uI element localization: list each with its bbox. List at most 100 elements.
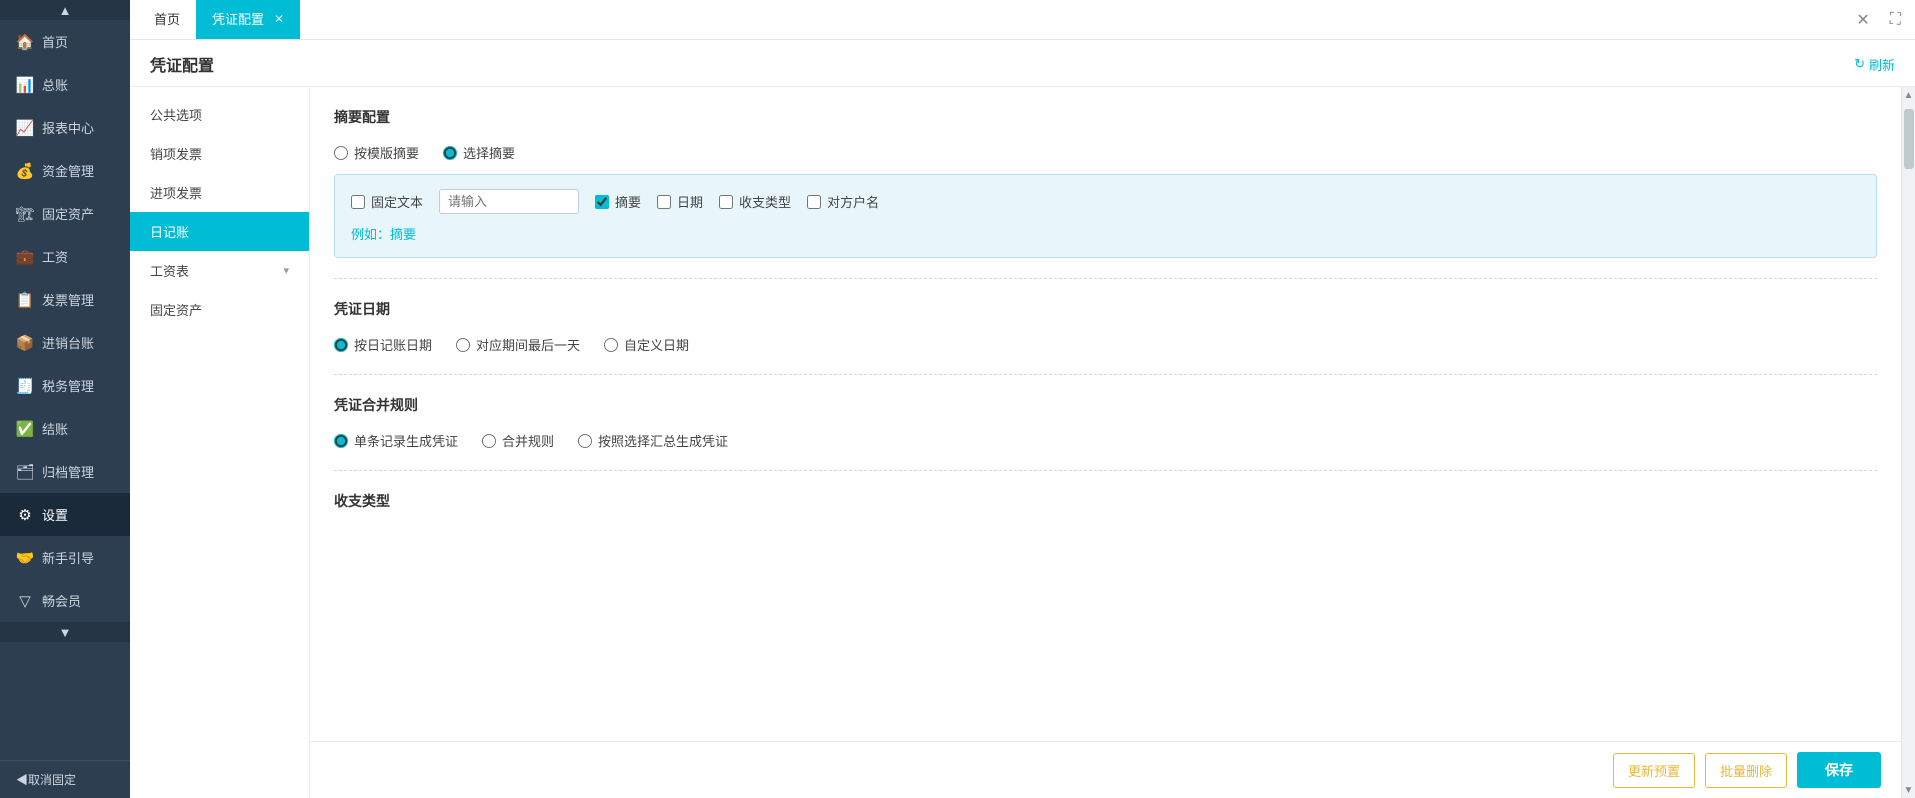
tab-home[interactable]: 首页 bbox=[138, 0, 196, 39]
right-scrollbar: ▲ ▼ bbox=[1901, 87, 1915, 798]
fixed-text-input[interactable] bbox=[439, 189, 579, 214]
fixed-assets-icon: 🏗 bbox=[16, 205, 34, 223]
settings-icon: ⚙ bbox=[16, 506, 34, 524]
sidebar-item-archive-management[interactable]: 🗂 归档管理 bbox=[0, 450, 130, 493]
sidebar-item-purchase-sales-label: 进销台账 bbox=[42, 333, 94, 352]
checkbox-summary[interactable]: 摘要 bbox=[595, 192, 641, 211]
radio-merge-rules[interactable]: 合并规则 bbox=[482, 431, 554, 450]
purchase-sales-icon: 📦 bbox=[16, 334, 34, 352]
close-window-button[interactable]: ✕ bbox=[1850, 8, 1875, 32]
checkbox-date[interactable]: 日期 bbox=[657, 192, 703, 211]
radio-template-summary-input[interactable] bbox=[334, 146, 348, 160]
radio-by-selection-summary[interactable]: 按照选择汇总生成凭证 bbox=[578, 431, 728, 450]
left-nav-journal[interactable]: 日记账 bbox=[130, 212, 309, 251]
scroll-down-arrow[interactable]: ▼ bbox=[1902, 782, 1915, 798]
voucher-date-radio-group: 按日记账日期 对应期间最后一天 自定义日期 bbox=[334, 335, 1877, 354]
sidebar-item-archive-management-label: 归档管理 bbox=[42, 462, 94, 481]
section-voucher-merge-rules: 凭证合并规则 单条记录生成凭证 合并规则 按照选择汇总生成凭证 bbox=[334, 395, 1877, 471]
income-type-title: 收支类型 bbox=[334, 491, 1877, 511]
sidebar-item-payroll[interactable]: 💼 工资 bbox=[0, 235, 130, 278]
checkbox-counterpart-name[interactable]: 对方户名 bbox=[807, 192, 879, 211]
sidebar-item-guide[interactable]: 🤝 新手引导 bbox=[0, 536, 130, 579]
tab-bar: 首页 凭证配置 ✕ ✕ ⛶ bbox=[130, 0, 1915, 40]
maximize-window-button[interactable]: ⛶ bbox=[1884, 9, 1907, 31]
left-nav-sales-invoice-label: 销项发票 bbox=[150, 144, 202, 163]
checkbox-fixed-text-label: 固定文本 bbox=[371, 192, 423, 211]
refresh-button[interactable]: ↻ 刷新 bbox=[1854, 55, 1895, 74]
left-nav-fixed-assets[interactable]: 固定资产 bbox=[130, 290, 309, 329]
page-title: 凭证配置 bbox=[150, 52, 214, 76]
left-nav-public-options[interactable]: 公共选项 bbox=[130, 95, 309, 134]
sidebar-unpin-button[interactable]: ◀取消固定 bbox=[0, 760, 130, 798]
radio-single-record[interactable]: 单条记录生成凭证 bbox=[334, 431, 458, 450]
tab-close-icon[interactable]: ✕ bbox=[274, 12, 284, 26]
sidebar-item-tax-management[interactable]: 🧾 税务管理 bbox=[0, 364, 130, 407]
summary-radio-group: 按模版摘要 选择摘要 bbox=[334, 143, 1877, 162]
radio-custom-date-input[interactable] bbox=[604, 338, 618, 352]
summary-config-box: 固定文本 摘要 日期 bbox=[334, 174, 1877, 258]
left-nav-payroll-table[interactable]: 工资表 ▾ bbox=[130, 251, 309, 290]
sidebar-scroll-up[interactable]: ▲ bbox=[0, 0, 130, 20]
checkbox-counterpart-name-input[interactable] bbox=[807, 195, 821, 209]
home-icon: 🏠 bbox=[16, 33, 34, 51]
checkbox-income-type-input[interactable] bbox=[719, 195, 733, 209]
radio-merge-rules-input[interactable] bbox=[482, 434, 496, 448]
content-header: 凭证配置 ↻ 刷新 bbox=[130, 40, 1915, 87]
report-center-icon: 📈 bbox=[16, 119, 34, 137]
radio-custom-date[interactable]: 自定义日期 bbox=[604, 335, 689, 354]
sidebar-scroll-down[interactable]: ▼ bbox=[0, 622, 130, 642]
scroll-up-arrow[interactable]: ▲ bbox=[1902, 87, 1915, 103]
sidebar-item-settings[interactable]: ⚙ 设置 bbox=[0, 493, 130, 536]
radio-merge-rules-label: 合并规则 bbox=[502, 431, 554, 450]
sidebar-item-home[interactable]: 🏠 首页 bbox=[0, 20, 130, 63]
checkbox-summary-input[interactable] bbox=[595, 195, 609, 209]
archive-management-icon: 🗂 bbox=[16, 463, 34, 481]
sidebar-item-member[interactable]: ▽ 畅会员 bbox=[0, 579, 130, 622]
left-nav-purchase-invoice[interactable]: 进项发票 bbox=[130, 173, 309, 212]
body-layout: 公共选项 销项发票 进项发票 日记账 工资表 ▾ 固定资产 bbox=[130, 87, 1915, 798]
radio-by-journal-date-label: 按日记账日期 bbox=[354, 335, 432, 354]
sidebar-item-report-center[interactable]: 📈 报表中心 bbox=[0, 106, 130, 149]
tab-voucher-config[interactable]: 凭证配置 ✕ bbox=[196, 0, 300, 39]
sidebar-item-fund-management-label: 资金管理 bbox=[42, 161, 94, 180]
radio-last-day-of-period-input[interactable] bbox=[456, 338, 470, 352]
left-nav-sales-invoice[interactable]: 销项发票 bbox=[130, 134, 309, 173]
checkbox-fixed-text[interactable]: 固定文本 bbox=[351, 192, 423, 211]
radio-select-summary-label: 选择摘要 bbox=[463, 143, 515, 162]
sidebar-item-member-label: 畅会员 bbox=[42, 591, 81, 610]
main-content: 摘要配置 按模版摘要 选择摘要 bbox=[310, 87, 1901, 741]
sidebar-item-general-ledger[interactable]: 📊 总账 bbox=[0, 63, 130, 106]
radio-template-summary[interactable]: 按模版摘要 bbox=[334, 143, 419, 162]
radio-single-record-input[interactable] bbox=[334, 434, 348, 448]
bottom-bar: 更新预置 批量删除 保存 bbox=[310, 741, 1901, 798]
tax-management-icon: 🧾 bbox=[16, 377, 34, 395]
sidebar-item-settlement[interactable]: ✅ 结账 bbox=[0, 407, 130, 450]
save-button[interactable]: 保存 bbox=[1797, 752, 1881, 788]
sidebar-item-guide-label: 新手引导 bbox=[42, 548, 94, 567]
sidebar-item-invoice-management[interactable]: 📋 发票管理 bbox=[0, 278, 130, 321]
radio-last-day-of-period[interactable]: 对应期间最后一天 bbox=[456, 335, 580, 354]
scroll-thumb[interactable] bbox=[1904, 109, 1914, 169]
payroll-icon: 💼 bbox=[16, 248, 34, 266]
radio-by-journal-date[interactable]: 按日记账日期 bbox=[334, 335, 432, 354]
radio-select-summary[interactable]: 选择摘要 bbox=[443, 143, 515, 162]
scroll-track bbox=[1902, 103, 1915, 782]
bulk-delete-button[interactable]: 批量删除 bbox=[1705, 753, 1787, 788]
checkbox-fixed-text-input[interactable] bbox=[351, 195, 365, 209]
radio-by-selection-summary-input[interactable] bbox=[578, 434, 592, 448]
invoice-management-icon: 📋 bbox=[16, 291, 34, 309]
radio-select-summary-input[interactable] bbox=[443, 146, 457, 160]
sidebar-item-fixed-assets[interactable]: 🏗 固定资产 bbox=[0, 192, 130, 235]
sidebar-item-purchase-sales[interactable]: 📦 进销台账 bbox=[0, 321, 130, 364]
radio-by-journal-date-input[interactable] bbox=[334, 338, 348, 352]
voucher-merge-rules-title: 凭证合并规则 bbox=[334, 395, 1877, 415]
sidebar-item-fixed-assets-label: 固定资产 bbox=[42, 204, 94, 223]
left-nav-purchase-invoice-label: 进项发票 bbox=[150, 183, 202, 202]
update-preview-button[interactable]: 更新预置 bbox=[1613, 753, 1695, 788]
sidebar-item-fund-management[interactable]: 💰 资金管理 bbox=[0, 149, 130, 192]
radio-custom-date-label: 自定义日期 bbox=[624, 335, 689, 354]
sidebar-item-report-center-label: 报表中心 bbox=[42, 118, 94, 137]
checkbox-income-type[interactable]: 收支类型 bbox=[719, 192, 791, 211]
left-nav-fixed-assets-label: 固定资产 bbox=[150, 300, 202, 319]
checkbox-date-input[interactable] bbox=[657, 195, 671, 209]
